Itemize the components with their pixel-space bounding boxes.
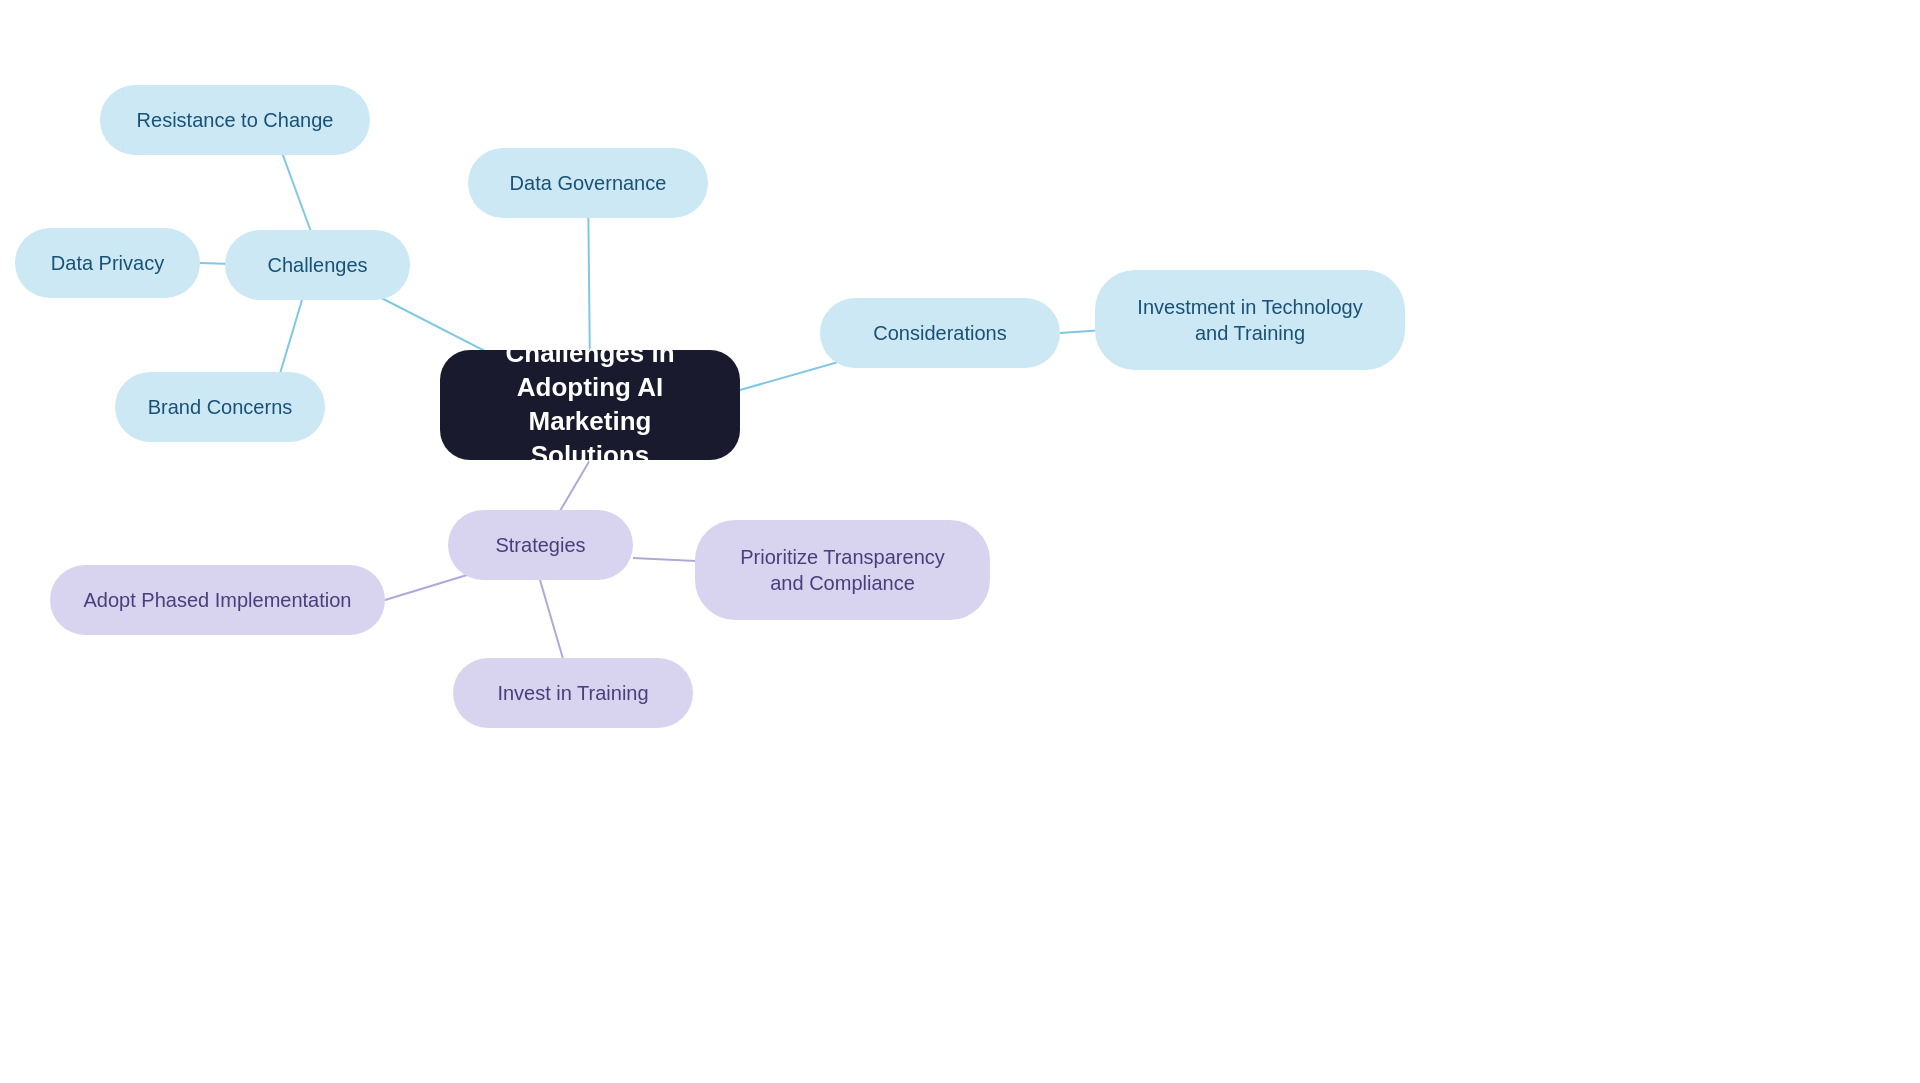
- prioritize-label: Prioritize Transparency and Compliance: [723, 544, 962, 596]
- invest-training-node: Invest in Training: [453, 658, 693, 728]
- data-privacy-label: Data Privacy: [51, 250, 164, 276]
- resistance-label: Resistance to Change: [137, 107, 334, 133]
- center-label: Challenges in Adopting AI Marketing Solu…: [468, 337, 712, 472]
- brand-concerns-label: Brand Concerns: [148, 394, 293, 420]
- considerations-node: Considerations: [820, 298, 1060, 368]
- strategies-node: Strategies: [448, 510, 633, 580]
- invest-training-label: Invest in Training: [497, 680, 648, 706]
- challenges-node: Challenges: [225, 230, 410, 300]
- investment-label: Investment in Technology and Training: [1123, 294, 1377, 346]
- brand-concerns-node: Brand Concerns: [115, 372, 325, 442]
- prioritize-node: Prioritize Transparency and Compliance: [695, 520, 990, 620]
- data-governance-label: Data Governance: [510, 170, 667, 196]
- resistance-node: Resistance to Change: [100, 85, 370, 155]
- challenges-label: Challenges: [267, 252, 367, 278]
- considerations-label: Considerations: [873, 320, 1006, 346]
- center-node: Challenges in Adopting AI Marketing Solu…: [440, 350, 740, 460]
- data-privacy-node: Data Privacy: [15, 228, 200, 298]
- adopt-phased-node: Adopt Phased Implementation: [50, 565, 385, 635]
- strategies-label: Strategies: [495, 532, 585, 558]
- adopt-phased-label: Adopt Phased Implementation: [84, 587, 352, 613]
- data-governance-node: Data Governance: [468, 148, 708, 218]
- investment-node: Investment in Technology and Training: [1095, 270, 1405, 370]
